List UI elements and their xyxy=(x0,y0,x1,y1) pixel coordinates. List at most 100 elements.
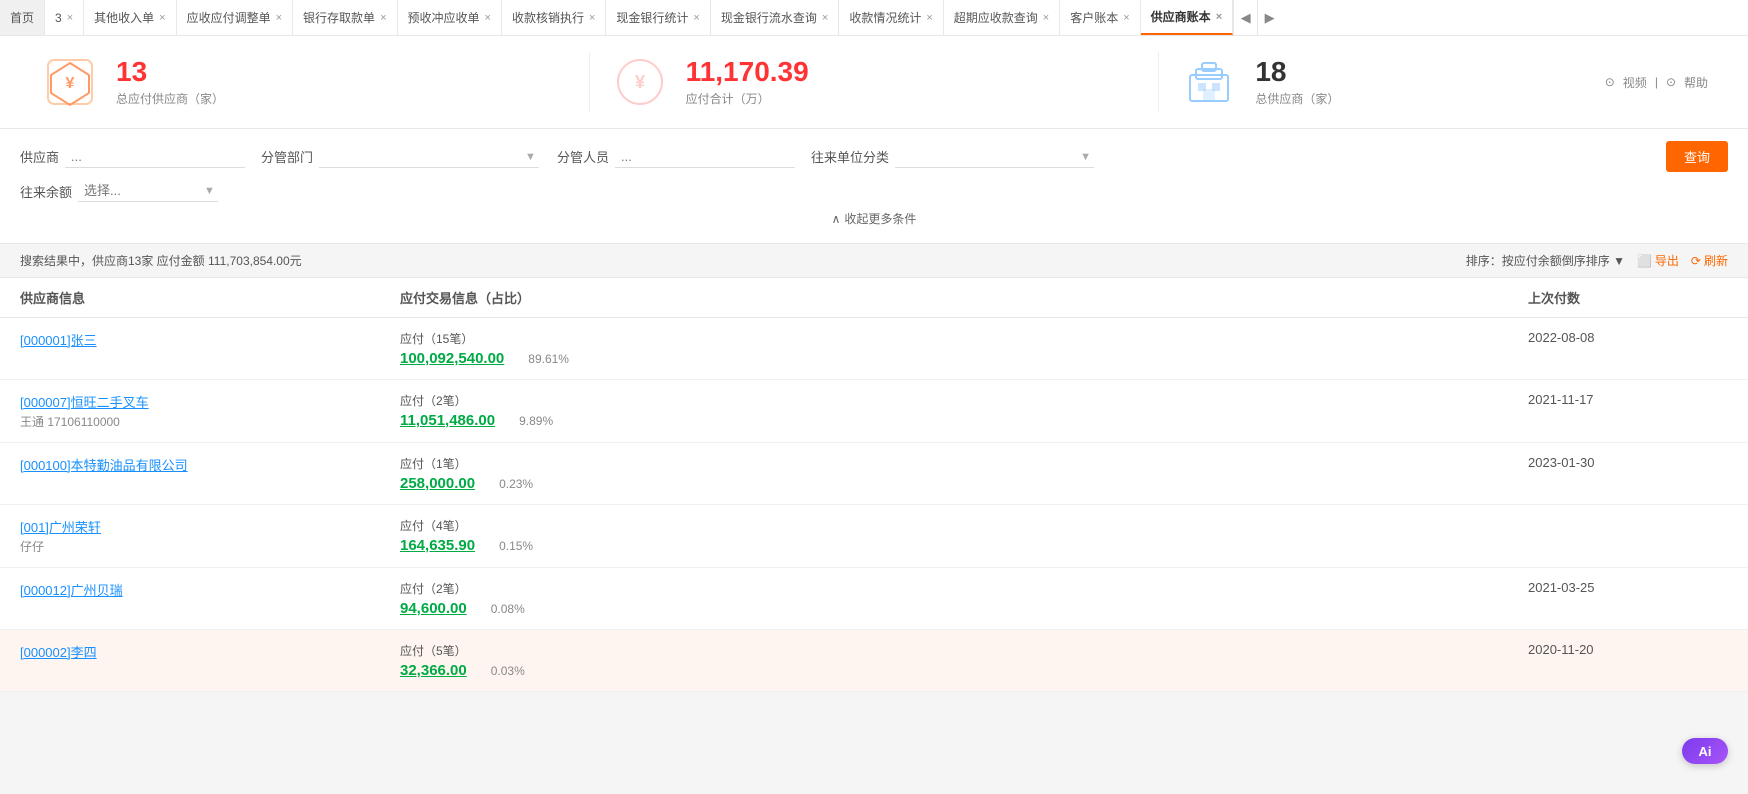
nav-tab-overdue[interactable]: 超期应收款查询 × xyxy=(944,0,1060,35)
nav-tab-collection-stat-close[interactable]: × xyxy=(926,12,932,24)
last-pay-col-5: 2021-03-25 xyxy=(1528,580,1728,595)
nav-tab-customer-ledger-label: 客户账本 xyxy=(1070,9,1118,26)
transaction-amount-3[interactable]: 258,000.00 xyxy=(400,475,475,492)
supplier-contact-4: 仔仔 xyxy=(20,538,400,555)
nav-tab-verify-close[interactable]: × xyxy=(589,12,595,24)
dept-filter-select[interactable] xyxy=(319,146,539,168)
filter-person: 分管人员 xyxy=(557,146,795,168)
nav-tab-supplier-ledger-close[interactable]: × xyxy=(1216,11,1222,23)
transaction-percent-2: 9.89% xyxy=(519,414,553,428)
table-row: [000001]张三 应付（15笔） 100,092,540.00 89.61%… xyxy=(0,318,1748,380)
transaction-col-6: 应付（5笔） 32,366.00 0.03% xyxy=(400,642,1528,679)
transaction-info-6: 应付（5笔） 32,366.00 0.03% xyxy=(400,642,1528,679)
transaction-amount-4[interactable]: 164,635.90 xyxy=(400,537,475,554)
nav-tab-home[interactable]: 首页 xyxy=(0,0,45,35)
help-link[interactable]: 帮助 xyxy=(1684,74,1708,91)
person-filter-input[interactable] xyxy=(615,146,795,168)
supplier-name-2[interactable]: [000007]恒旺二手叉车 xyxy=(20,392,400,411)
balance-filter-label: 往来余额 xyxy=(20,182,72,201)
nav-tab-home-label: 首页 xyxy=(10,9,34,26)
nav-tab-other-income-label: 其他收入单 xyxy=(94,9,154,26)
nav-prev-arrow[interactable]: ◀ xyxy=(1233,0,1257,35)
supplier-name-6[interactable]: [000002]李四 xyxy=(20,642,400,661)
nav-tab-cash-bank-stat-close[interactable]: × xyxy=(693,12,699,24)
amount-row-6: 32,366.00 0.03% xyxy=(400,662,1528,679)
video-link[interactable]: 视频 xyxy=(1623,74,1647,91)
transaction-label-6: 应付（5笔） xyxy=(400,642,1528,659)
filter-category: 往来单位分类 ▼ xyxy=(811,146,1091,168)
transaction-info-4: 应付（4笔） 164,635.90 0.15% xyxy=(400,517,1528,554)
nav-tab-3[interactable]: 3 × xyxy=(45,0,84,35)
transaction-amount-5[interactable]: 94,600.00 xyxy=(400,600,467,617)
transaction-col-4: 应付（4笔） 164,635.90 0.15% xyxy=(400,517,1528,554)
transaction-label-5: 应付（2笔） xyxy=(400,580,1528,597)
nav-tab-bank[interactable]: 银行存取款单 × xyxy=(293,0,397,35)
transaction-amount-1[interactable]: 100,092,540.00 xyxy=(400,350,504,367)
table-row: [000100]本特勤油品有限公司 应付（1笔） 258,000.00 0.23… xyxy=(0,443,1748,505)
nav-tab-supplier-ledger[interactable]: 供应商账本 × xyxy=(1141,0,1233,35)
nav-tab-customer-ledger[interactable]: 客户账本 × xyxy=(1060,0,1140,35)
nav-tab-advance[interactable]: 预收冲应收单 × xyxy=(398,0,502,35)
transaction-amount-6[interactable]: 32,366.00 xyxy=(400,662,467,679)
search-button[interactable]: 查询 xyxy=(1666,141,1728,172)
nav-tab-advance-close[interactable]: × xyxy=(485,12,491,24)
amount-row-2: 11,051,486.00 9.89% xyxy=(400,412,1528,429)
transaction-info-1: 应付（15笔） 100,092,540.00 89.61% xyxy=(400,330,1528,367)
refresh-icon: ⟳ xyxy=(1691,254,1701,268)
total-suppliers-value: 18 xyxy=(1255,58,1339,86)
sort-button[interactable]: 排序：按应付余额倒序排序 ▼ xyxy=(1466,252,1625,269)
supplier-name-1[interactable]: [000001]张三 xyxy=(20,330,400,349)
category-filter-label: 往来单位分类 xyxy=(811,147,889,166)
total-suppliers-icon xyxy=(1179,52,1239,112)
nav-tab-cash-bank-stat[interactable]: 现金银行统计 × xyxy=(606,0,710,35)
table-row: [000002]李四 应付（5笔） 32,366.00 0.03% 2020-1… xyxy=(0,630,1748,692)
collapse-button[interactable]: ∧ 收起更多条件 xyxy=(832,210,917,227)
export-button[interactable]: ⬜ 导出 xyxy=(1637,252,1679,269)
summary-card-payable-suppliers: ¥ 13 总应付供应商（家） xyxy=(20,52,590,112)
amount-row-5: 94,600.00 0.08% xyxy=(400,600,1528,617)
nav-tab-overdue-close[interactable]: × xyxy=(1043,12,1049,24)
summary-info-payable-suppliers: 13 总应付供应商（家） xyxy=(116,58,224,107)
balance-filter-select[interactable] xyxy=(78,180,218,202)
nav-tab-adjustment[interactable]: 应收应付调整单 × xyxy=(177,0,293,35)
supplier-name-4[interactable]: [001]广州荣轩 xyxy=(20,517,400,536)
nav-tab-other-income[interactable]: 其他收入单 × xyxy=(84,0,176,35)
nav-next-arrow[interactable]: ▶ xyxy=(1257,0,1281,35)
payable-suppliers-icon: ¥ xyxy=(40,52,100,112)
nav-tab-cash-flow[interactable]: 现金银行流水查询 × xyxy=(711,0,839,35)
header-last-pay: 上次付数 xyxy=(1528,288,1728,307)
dept-filter-label: 分管部门 xyxy=(261,147,313,166)
supplier-filter-input[interactable] xyxy=(65,146,245,168)
supplier-name-3[interactable]: [000100]本特勤油品有限公司 xyxy=(20,455,400,474)
nav-tab-cash-flow-close[interactable]: × xyxy=(822,12,828,24)
table-row: [000012]广州贝瑞 应付（2笔） 94,600.00 0.08% 2021… xyxy=(0,568,1748,630)
filter-balance: 往来余额 ▼ xyxy=(20,180,215,202)
category-dropdown-arrow: ▼ xyxy=(1080,151,1091,163)
nav-tab-collection-stat[interactable]: 收款情况统计 × xyxy=(839,0,943,35)
transaction-label-4: 应付（4笔） xyxy=(400,517,1528,534)
transaction-col-3: 应付（1笔） 258,000.00 0.23% xyxy=(400,455,1528,492)
separator: | xyxy=(1655,75,1658,89)
nav-tab-customer-ledger-close[interactable]: × xyxy=(1123,12,1129,24)
nav-tab-bank-close[interactable]: × xyxy=(380,12,386,24)
nav-tab-other-income-close[interactable]: × xyxy=(159,12,165,24)
amount-row-3: 258,000.00 0.23% xyxy=(400,475,1528,492)
sort-label: 排序：按应付余额倒序排序 xyxy=(1466,254,1610,268)
transaction-amount-2[interactable]: 11,051,486.00 xyxy=(400,412,495,429)
nav-tab-adjustment-close[interactable]: × xyxy=(276,12,282,24)
dept-dropdown-arrow: ▼ xyxy=(525,151,536,163)
refresh-button[interactable]: ⟳ 刷新 xyxy=(1691,252,1728,269)
nav-tab-3-close[interactable]: × xyxy=(67,12,73,24)
refresh-label: 刷新 xyxy=(1704,252,1728,269)
transaction-col-2: 应付（2笔） 11,051,486.00 9.89% xyxy=(400,392,1528,429)
svg-text:¥: ¥ xyxy=(66,75,75,92)
last-pay-col-2: 2021-11-17 xyxy=(1528,392,1728,407)
supplier-name-5[interactable]: [000012]广州贝瑞 xyxy=(20,580,400,599)
nav-tab-verify[interactable]: 收款核销执行 × xyxy=(502,0,606,35)
header-supplier: 供应商信息 xyxy=(20,288,400,307)
summary-info-payable-amount: 11,170.39 应付合计（万） xyxy=(686,58,809,107)
svg-text:¥: ¥ xyxy=(635,72,645,92)
ai-button[interactable]: Ai xyxy=(1682,738,1728,764)
nav-tab-cash-bank-stat-label: 现金银行统计 xyxy=(616,9,688,26)
category-filter-select[interactable] xyxy=(895,146,1094,168)
